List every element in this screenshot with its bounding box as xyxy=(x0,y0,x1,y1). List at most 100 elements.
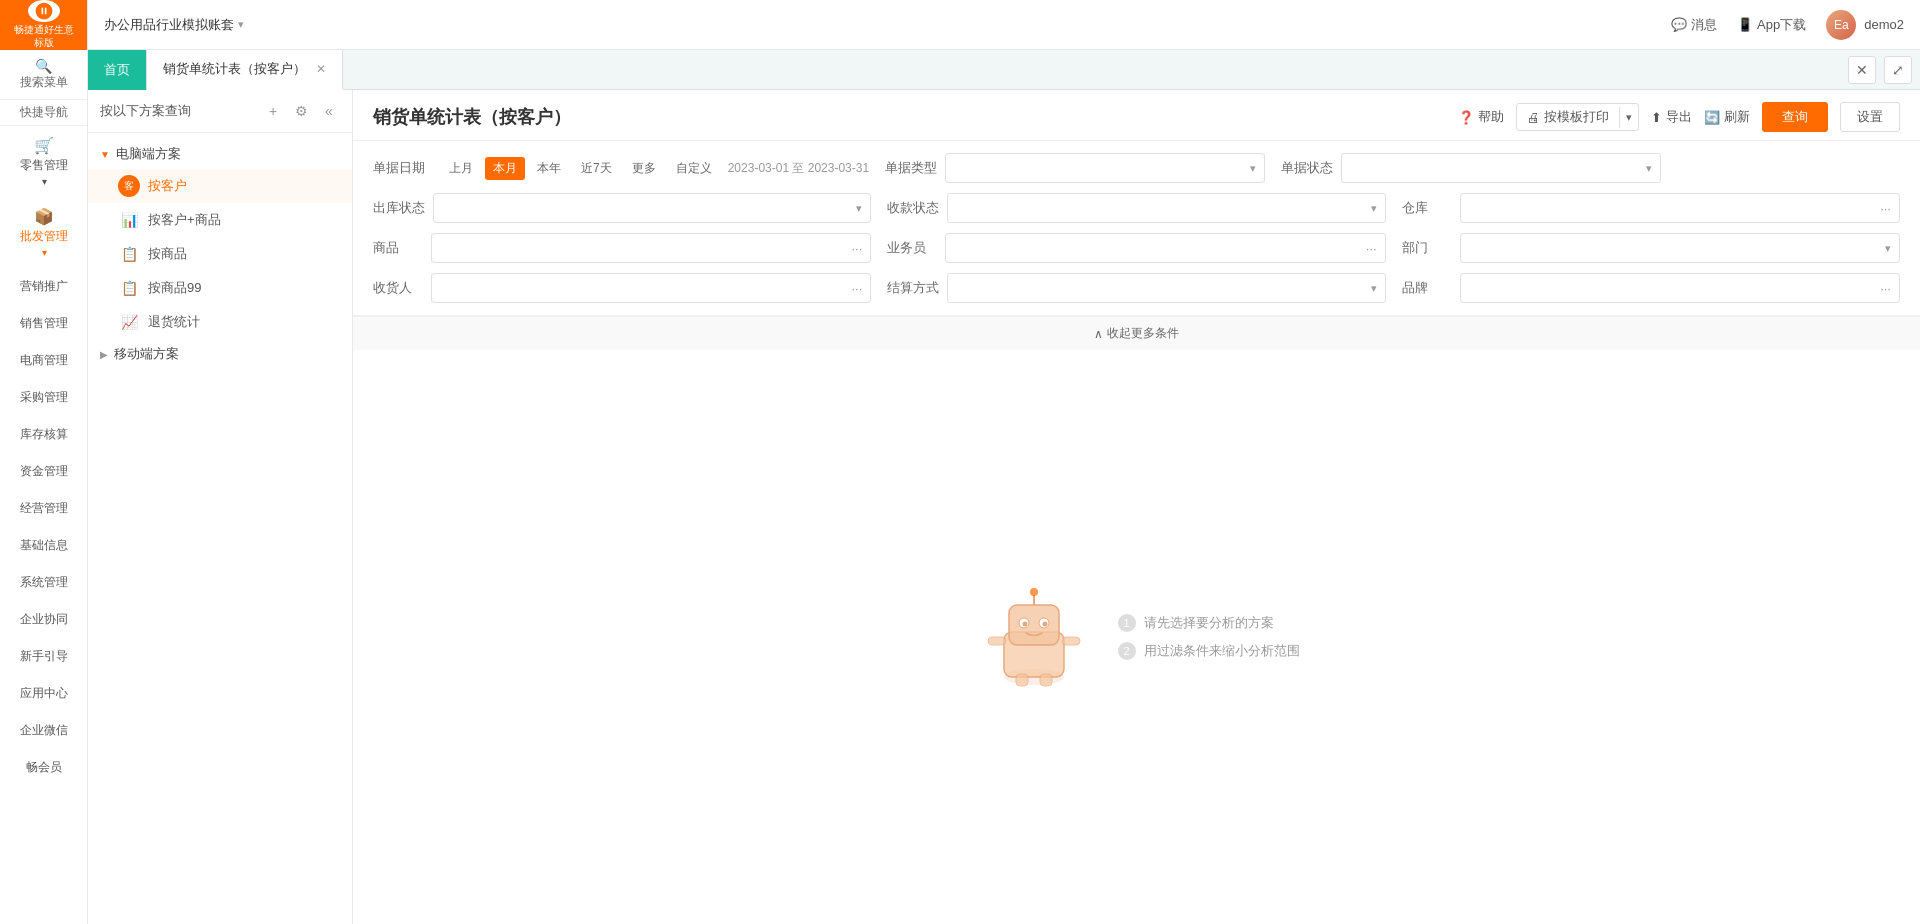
tree-child-by-customer-goods-label: 按客户+商品 xyxy=(148,211,221,229)
filter-receiver-control[interactable]: ··· xyxy=(431,273,871,303)
appcenter-label: 应用中心 xyxy=(20,685,68,702)
type-dropdown-arrow: ▾ xyxy=(1250,162,1256,175)
filter-department-control[interactable]: ▾ xyxy=(1460,233,1900,263)
help-action[interactable]: ❓ 帮助 xyxy=(1458,108,1504,126)
tip-num-2: 2 xyxy=(1118,642,1136,660)
sidebar-item-operation[interactable]: 经营管理 xyxy=(0,490,87,527)
filter-brand-control[interactable]: ··· xyxy=(1460,273,1900,303)
sidebar-item-marketing[interactable]: 营销推广 xyxy=(0,268,87,305)
retail-label: 零售管理 xyxy=(20,157,68,174)
lp-add-btn[interactable]: + xyxy=(262,100,284,122)
sidebar-item-wechat[interactable]: 企业微信 xyxy=(0,712,87,749)
empty-illustration xyxy=(974,577,1094,697)
sidebar-item-ecommerce[interactable]: 电商管理 xyxy=(0,342,87,379)
tab-home[interactable]: 首页 xyxy=(88,50,147,90)
tree-child-return-stat[interactable]: 📈 退货统计 xyxy=(88,305,352,339)
sidebar-item-purchase[interactable]: 采购管理 xyxy=(0,379,87,416)
tab-close-btn[interactable]: ✕ xyxy=(316,62,326,76)
tree-child-by-customer-goods[interactable]: 📊 按客户+商品 xyxy=(88,203,352,237)
sidebar-item-appcenter[interactable]: 应用中心 xyxy=(0,675,87,712)
filter-goods-control[interactable]: ··· xyxy=(431,233,871,263)
tab-maximize-btn[interactable]: ⤢ xyxy=(1884,56,1912,84)
filter-payment-method-item: 结算方式 ▾ xyxy=(887,273,1385,303)
purchase-label: 采购管理 xyxy=(20,389,68,406)
sidebar-item-cooperation[interactable]: 企业协同 xyxy=(0,601,87,638)
filter-department-label: 部门 xyxy=(1402,239,1452,257)
brand-dots-btn[interactable]: ··· xyxy=(1880,281,1891,296)
sidebar-item-inventory[interactable]: 库存核算 xyxy=(0,416,87,453)
tree-child-by-goods-99[interactable]: 📋 按商品99 xyxy=(88,271,352,305)
sidebar-item-basic[interactable]: 基础信息 xyxy=(0,527,87,564)
app-logo[interactable]: 畅捷通好生意 标版 xyxy=(0,0,87,50)
sidebar-quicknav[interactable]: 快捷导航 xyxy=(0,100,87,126)
query-button[interactable]: 查询 xyxy=(1762,102,1828,132)
filter-receiver-item: 收货人 ··· xyxy=(373,273,871,303)
breadcrumb-dropdown[interactable]: 办公用品行业模拟账套 ▾ xyxy=(104,16,244,34)
lp-settings-btn[interactable]: ⚙ xyxy=(290,100,312,122)
export-action[interactable]: ⬆ 导出 xyxy=(1651,108,1692,126)
app-download-action[interactable]: 📱 App下载 xyxy=(1737,16,1806,34)
svg-rect-3 xyxy=(1009,605,1059,645)
empty-state: 1 请先选择要分析的方案 2 用过滤条件来缩小分析范围 xyxy=(353,350,1920,924)
tree-parent-mobile[interactable]: ▶ 移动端方案 xyxy=(88,339,352,369)
sidebar-item-sales[interactable]: 销售管理 xyxy=(0,305,87,342)
date-tab-last-7-days[interactable]: 近7天 xyxy=(573,157,620,180)
filter-salesperson-control[interactable]: ··· xyxy=(945,233,1385,263)
lp-collapse-icon: « xyxy=(325,103,333,119)
tree-arrow-mobile: ▶ xyxy=(100,349,108,360)
lp-collapse-btn[interactable]: « xyxy=(318,100,340,122)
right-content: 销货单统计表（按客户） ❓ 帮助 🖨 按模板打印 ▾ ⬆ xyxy=(353,90,1920,924)
filter-pay-status-control[interactable]: ▾ xyxy=(947,193,1385,223)
salesperson-dots-btn[interactable]: ··· xyxy=(1366,241,1377,256)
svg-rect-11 xyxy=(988,637,1006,645)
marketing-label: 营销推广 xyxy=(20,278,68,295)
filter-warehouse-control[interactable]: ··· xyxy=(1460,193,1900,223)
filter-payment-method-control[interactable]: ▾ xyxy=(947,273,1385,303)
warehouse-dots-btn[interactable]: ··· xyxy=(1880,201,1891,216)
date-tab-this-month[interactable]: 本月 xyxy=(485,157,525,180)
settings-button[interactable]: 设置 xyxy=(1840,102,1900,132)
template-print-label: 按模板打印 xyxy=(1544,108,1609,126)
filter-type-control[interactable]: ▾ xyxy=(945,153,1265,183)
filter-date-label: 单据日期 xyxy=(373,159,425,177)
sidebar-item-member[interactable]: 畅会员 xyxy=(0,749,87,786)
template-print-arrow[interactable]: ▾ xyxy=(1619,107,1638,128)
breadcrumb-arrow: ▾ xyxy=(238,18,244,31)
user-avatar: Ea xyxy=(1826,10,1856,40)
filter-out-status-item: 出库状态 ▾ xyxy=(373,193,871,223)
tree-child-by-customer[interactable]: 客 按客户 xyxy=(88,169,352,203)
sidebar-item-system[interactable]: 系统管理 xyxy=(0,564,87,601)
filter-out-status-control[interactable]: ▾ xyxy=(433,193,871,223)
tree-arrow-desktop: ▼ xyxy=(100,149,110,160)
sidebar-item-finance[interactable]: 资金管理 xyxy=(0,453,87,490)
refresh-icon: 🔄 xyxy=(1704,110,1720,125)
sidebar-item-retail[interactable]: 🛒 零售管理 ▾ xyxy=(0,126,87,197)
date-tab-last-month[interactable]: 上月 xyxy=(441,157,481,180)
date-tab-this-year[interactable]: 本年 xyxy=(529,157,569,180)
collapse-btn-row[interactable]: ∧ 收起更多条件 xyxy=(353,316,1920,350)
sidebar-item-guide[interactable]: 新手引导 xyxy=(0,638,87,675)
guide-label: 新手引导 xyxy=(20,648,68,665)
goods-dots-btn[interactable]: ··· xyxy=(851,241,862,256)
tab-close-all-btn[interactable]: ✕ xyxy=(1848,56,1876,84)
tree-child-by-goods[interactable]: 📋 按商品 xyxy=(88,237,352,271)
quicknav-label: 快捷导航 xyxy=(20,105,68,119)
date-tab-more[interactable]: 更多 xyxy=(624,157,664,180)
tree-child-by-goods-99-label: 按商品99 xyxy=(148,279,201,297)
sidebar-search-label: 搜索菜单 xyxy=(20,75,68,89)
tab-sales-stat[interactable]: 销货单统计表（按客户） ✕ xyxy=(147,50,343,90)
payment-method-dropdown-arrow: ▾ xyxy=(1371,282,1377,295)
filter-row-2: 出库状态 ▾ 收款状态 ▾ 仓库 ··· xyxy=(373,193,1900,223)
sidebar-search[interactable]: 🔍 搜索菜单 xyxy=(0,50,87,100)
message-action[interactable]: 💬 消息 xyxy=(1671,16,1717,34)
filter-status-control[interactable]: ▾ xyxy=(1341,153,1661,183)
user-profile[interactable]: Ea demo2 xyxy=(1826,10,1904,40)
wholesale-label: 批发管理 xyxy=(20,228,68,245)
member-label: 畅会员 xyxy=(26,759,62,776)
refresh-action[interactable]: 🔄 刷新 xyxy=(1704,108,1750,126)
tree-parent-desktop[interactable]: ▼ 电脑端方案 xyxy=(88,139,352,169)
receiver-dots-btn[interactable]: ··· xyxy=(851,281,862,296)
template-print-btn[interactable]: 🖨 按模板打印 xyxy=(1517,104,1619,130)
sidebar-item-wholesale[interactable]: 📦 批发管理 ▾ xyxy=(0,197,87,268)
date-tab-custom[interactable]: 自定义 xyxy=(668,157,720,180)
